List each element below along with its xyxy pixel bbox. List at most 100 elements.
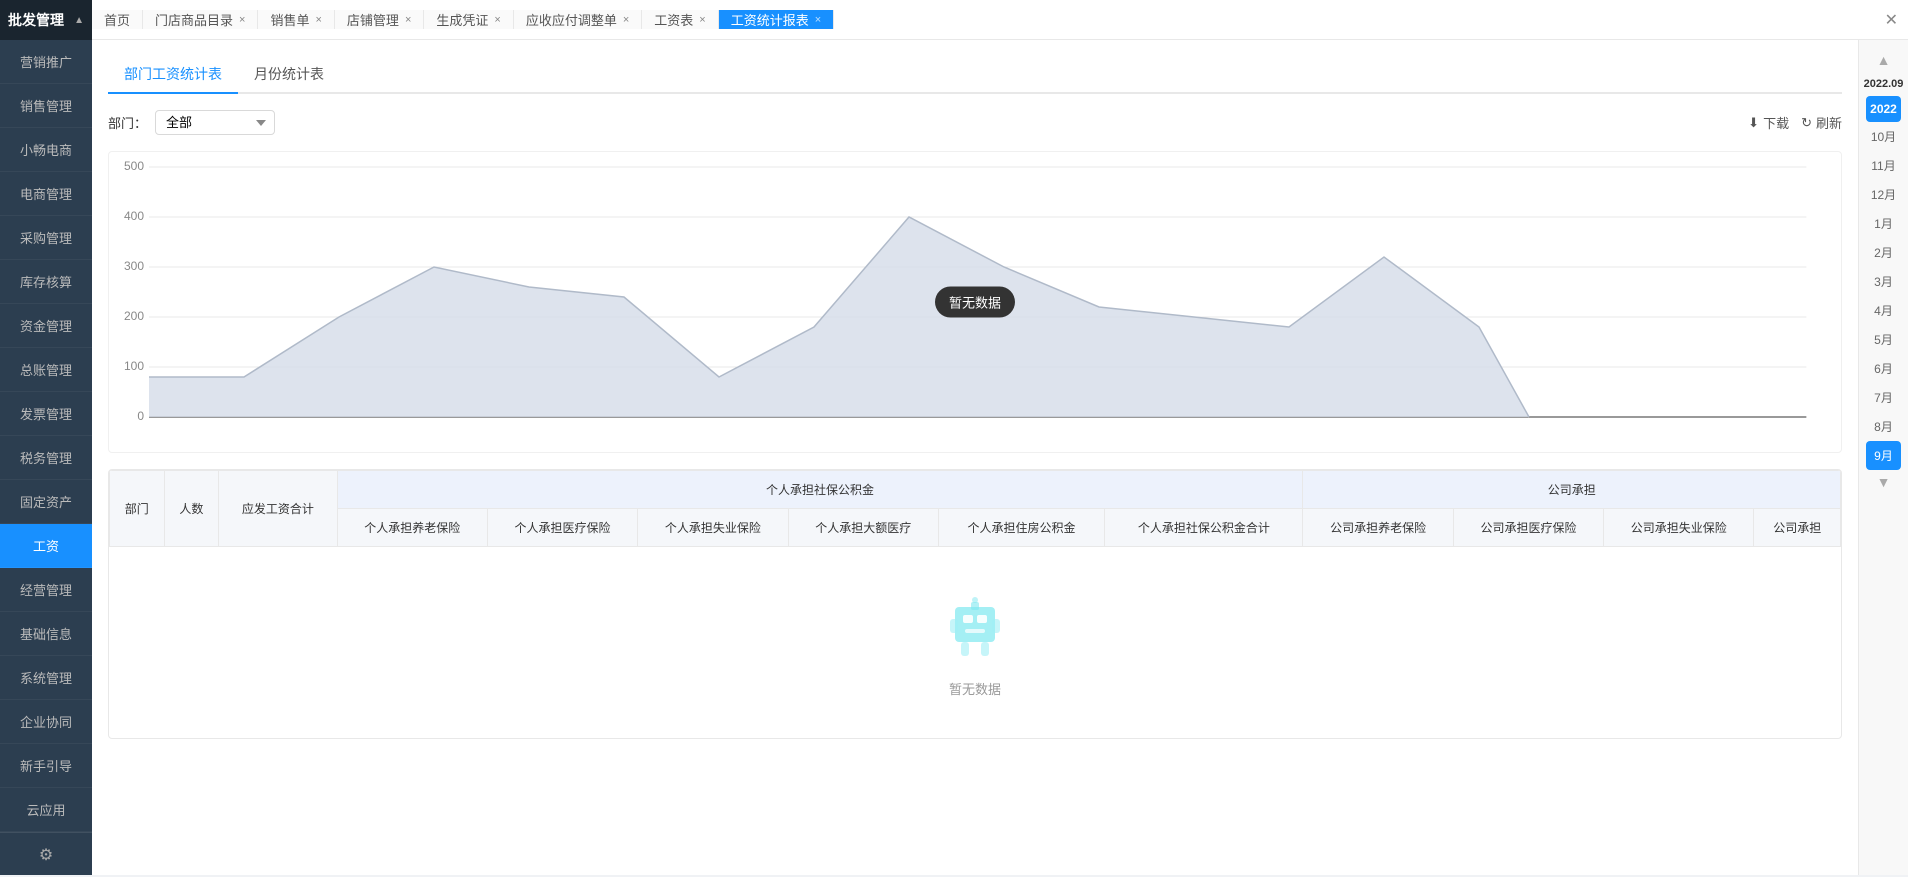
- table-section: 部门 人数 应发工资合计 个人承担社保公积金 公司承担 个人承担养老保险 个人承…: [108, 469, 1842, 739]
- chart-tooltip: 暂无数据: [935, 287, 1015, 318]
- th-total-salary: 应发工资合计: [219, 471, 337, 547]
- timeline-month-8月[interactable]: 8月: [1862, 412, 1905, 441]
- svg-text:400: 400: [124, 209, 144, 223]
- toolbar-left: 部门： 全部销售部财务部人事部技术部: [108, 110, 275, 135]
- chart-container: 500 400 300 200 100 0: [108, 151, 1842, 453]
- tab-sales-order[interactable]: 销售单×: [258, 10, 334, 29]
- sidebar-item-ecom-small[interactable]: 小畅电商: [0, 128, 92, 172]
- th-company-unemployment: 公司承担失业保险: [1604, 509, 1754, 547]
- sidebar-item-ledger[interactable]: 总账管理: [0, 348, 92, 392]
- tab-payroll-table[interactable]: 工资表×: [642, 10, 718, 29]
- th-personal-pension: 个人承担养老保险: [337, 509, 487, 547]
- sidebar-item-tax[interactable]: 税务管理: [0, 436, 92, 480]
- sidebar-item-assets[interactable]: 固定资产: [0, 480, 92, 524]
- sidebar-item-guide[interactable]: 新手引导: [0, 744, 92, 788]
- timeline-panel: ▲ 2022.09 202210月11月12月1月2月3月4月5月6月7月8月9…: [1858, 40, 1908, 875]
- tab-payroll-report[interactable]: 工资统计报表×: [719, 10, 834, 29]
- refresh-icon: ↻: [1801, 115, 1812, 131]
- timeline-month-4月[interactable]: 4月: [1862, 296, 1905, 325]
- timeline-month-6月[interactable]: 6月: [1862, 354, 1905, 383]
- th-dept: 部门: [110, 471, 165, 547]
- dept-label: 部门：: [108, 113, 147, 132]
- sidebar-item-purchase[interactable]: 采购管理: [0, 216, 92, 260]
- chart-tooltip-text: 暂无数据: [949, 296, 1001, 311]
- timeline-month-1月[interactable]: 1月: [1862, 209, 1905, 238]
- timeline-month-2月[interactable]: 2月: [1862, 238, 1905, 267]
- th-personal-large-medical: 个人承担大额医疗: [788, 509, 938, 547]
- timeline-down-nav[interactable]: ▼: [1873, 470, 1895, 494]
- sidebar-item-payroll[interactable]: 工资: [0, 524, 92, 568]
- page-content: 部门工资统计表月份统计表 部门： 全部销售部财务部人事部技术部 ⬇ 下载 ↻ 刷…: [92, 40, 1908, 875]
- close-all-tabs-button[interactable]: ✕: [1875, 10, 1908, 30]
- refresh-label: 刷新: [1816, 113, 1842, 132]
- toolbar: 部门： 全部销售部财务部人事部技术部 ⬇ 下载 ↻ 刷新: [108, 110, 1842, 135]
- stats-table: 部门 人数 应发工资合计 个人承担社保公积金 公司承担 个人承担养老保险 个人承…: [109, 470, 1841, 547]
- main-area: 首页门店商品目录×销售单×店铺管理×生成凭证×应收应付调整单×工资表×工资统计报…: [92, 0, 1908, 875]
- tab-close-sales-order[interactable]: ×: [315, 14, 321, 26]
- tab-close-produce-voucher[interactable]: ×: [494, 14, 500, 26]
- table-header-row-2: 个人承担养老保险 个人承担医疗保险 个人承担失业保险 个人承担大额医疗 个人承担…: [110, 509, 1841, 547]
- th-count: 人数: [164, 471, 219, 547]
- download-button[interactable]: ⬇ 下载: [1748, 113, 1789, 132]
- content-area: 部门工资统计表月份统计表 部门： 全部销售部财务部人事部技术部 ⬇ 下载 ↻ 刷…: [92, 40, 1858, 875]
- table-wrapper[interactable]: 部门 人数 应发工资合计 个人承担社保公积金 公司承担 个人承担养老保险 个人承…: [109, 470, 1841, 547]
- tab-store-mgmt[interactable]: 店铺管理×: [335, 10, 424, 29]
- sidebar-item-invoice[interactable]: 发票管理: [0, 392, 92, 436]
- timeline-month-10月[interactable]: 10月: [1862, 122, 1905, 151]
- sidebar-item-marketing[interactable]: 营销推广: [0, 40, 92, 84]
- th-company-social: 公司承担: [1303, 471, 1841, 509]
- th-personal-medical: 个人承担医疗保险: [487, 509, 637, 547]
- svg-text:500: 500: [124, 159, 144, 173]
- sidebar-item-sales[interactable]: 销售管理: [0, 84, 92, 128]
- sub-tab-month-stats[interactable]: 月份统计表: [238, 56, 340, 94]
- sidebar-item-inventory[interactable]: 库存核算: [0, 260, 92, 304]
- sidebar-item-finance[interactable]: 资金管理: [0, 304, 92, 348]
- svg-text:100: 100: [124, 359, 144, 373]
- tab-close-payroll-report[interactable]: ×: [815, 14, 821, 26]
- empty-icon: [935, 587, 1015, 667]
- empty-state: 暂无数据: [109, 547, 1841, 738]
- timeline-year[interactable]: 2022: [1866, 96, 1901, 122]
- sidebar-item-system[interactable]: 系统管理: [0, 656, 92, 700]
- svg-text:300: 300: [124, 259, 144, 273]
- toolbar-right: ⬇ 下载 ↻ 刷新: [1748, 113, 1842, 132]
- timeline-month-3月[interactable]: 3月: [1862, 267, 1905, 296]
- timeline-up-nav[interactable]: ▲: [1873, 48, 1895, 72]
- sidebar-header[interactable]: 批发管理 ▲: [0, 0, 92, 40]
- empty-text: 暂无数据: [949, 679, 1001, 698]
- refresh-button[interactable]: ↻ 刷新: [1801, 113, 1842, 132]
- sidebar-item-cloud[interactable]: 云应用: [0, 788, 92, 832]
- timeline-month-9月[interactable]: 9月: [1866, 441, 1901, 470]
- table-header-row-1: 部门 人数 应发工资合计 个人承担社保公积金 公司承担: [110, 471, 1841, 509]
- timeline-month-11月[interactable]: 11月: [1862, 151, 1905, 180]
- sub-tab-dept-stats[interactable]: 部门工资统计表: [108, 56, 238, 94]
- th-company-medical: 公司承担医疗保险: [1453, 509, 1603, 547]
- tab-close-store-mgmt[interactable]: ×: [405, 14, 411, 26]
- sidebar-item-ecom[interactable]: 电商管理: [0, 172, 92, 216]
- download-icon: ⬇: [1748, 115, 1759, 131]
- th-company-pension: 公司承担养老保险: [1303, 509, 1453, 547]
- timeline-month-7月[interactable]: 7月: [1862, 383, 1905, 412]
- sidebar-item-basic[interactable]: 基础信息: [0, 612, 92, 656]
- th-company-other: 公司承担: [1754, 509, 1841, 547]
- tab-close-product-catalog[interactable]: ×: [239, 14, 245, 26]
- settings-icon[interactable]: ⚙: [39, 847, 53, 864]
- chart-svg: 500 400 300 200 100 0: [109, 152, 1841, 452]
- tab-close-payroll-table[interactable]: ×: [699, 14, 705, 26]
- tab-home[interactable]: 首页: [92, 10, 143, 29]
- sidebar-collapse-icon[interactable]: ▲: [74, 15, 84, 26]
- dept-select[interactable]: 全部销售部财务部人事部技术部: [155, 110, 275, 135]
- svg-text:0: 0: [137, 409, 144, 423]
- tab-ar-ap[interactable]: 应收应付调整单×: [514, 10, 642, 29]
- sidebar-item-operations[interactable]: 经营管理: [0, 568, 92, 612]
- th-personal-total: 个人承担社保公积金合计: [1105, 509, 1303, 547]
- timeline-month-12月[interactable]: 12月: [1862, 180, 1905, 209]
- timeline-month-5月[interactable]: 5月: [1862, 325, 1905, 354]
- tab-product-catalog[interactable]: 门店商品目录×: [143, 10, 258, 29]
- tab-close-ar-ap[interactable]: ×: [623, 14, 629, 26]
- sidebar-item-enterprise[interactable]: 企业协同: [0, 700, 92, 744]
- tabbar: 首页门店商品目录×销售单×店铺管理×生成凭证×应收应付调整单×工资表×工资统计报…: [92, 0, 1908, 40]
- th-personal-unemployment: 个人承担失业保险: [638, 509, 788, 547]
- tab-produce-voucher[interactable]: 生成凭证×: [424, 10, 513, 29]
- svg-text:200: 200: [124, 309, 144, 323]
